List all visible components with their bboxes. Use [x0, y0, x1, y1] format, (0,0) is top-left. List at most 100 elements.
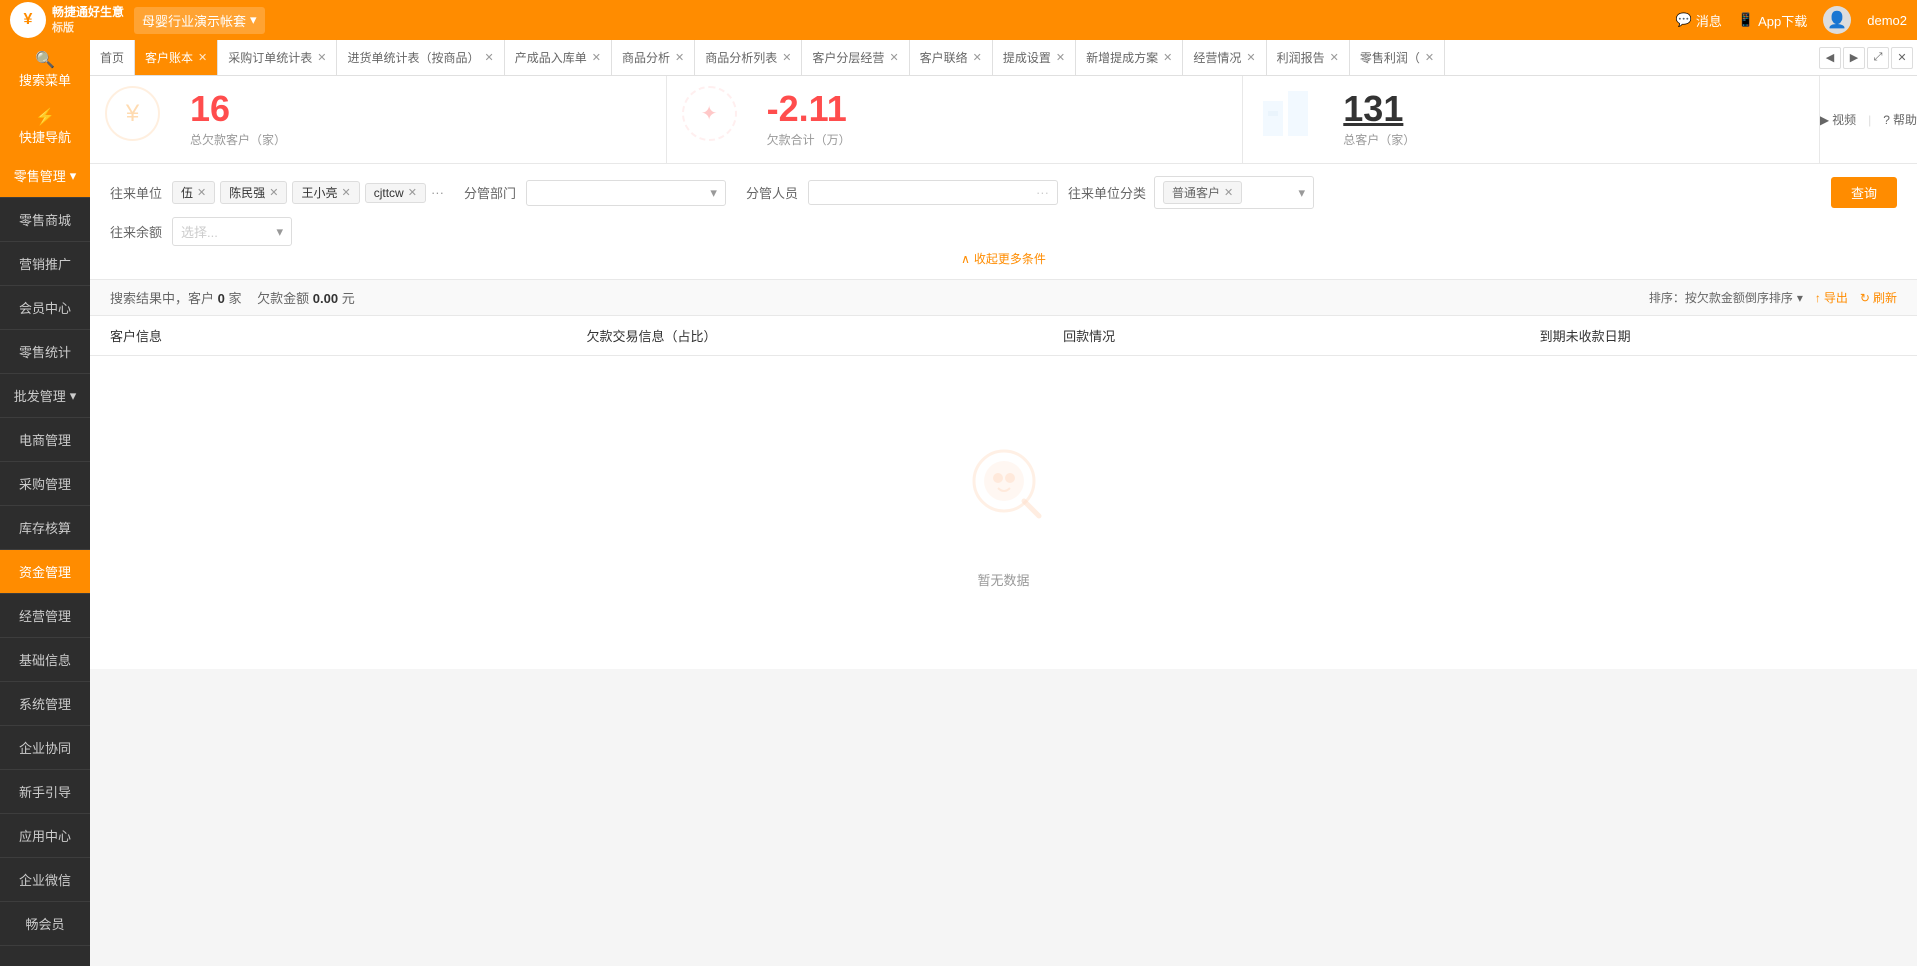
tab-expand-btn[interactable]: ⤢ [1867, 47, 1889, 69]
sidebar-item-system[interactable]: 系统管理 [0, 682, 90, 726]
classify-tag-normal[interactable]: 普通客户 ✕ [1163, 181, 1242, 204]
export-btn[interactable]: ↑ 导出 [1815, 289, 1848, 306]
result-actions: 排序：按欠款金额倒序排序 ▾ ↑ 导出 ↻ 刷新 [1649, 289, 1897, 306]
app-name: 畅捷通好生意 [52, 5, 124, 19]
sidebar-item-retail-mall[interactable]: 零售商城 [0, 198, 90, 242]
filter-bar: 往来单位 伍 ✕ 陈民强 ✕ 王小亮 [90, 164, 1917, 280]
sidebar-item-wechat[interactable]: 企业微信 [0, 858, 90, 902]
classify-filter: 往来单位分类 普通客户 ✕ ▾ [1068, 176, 1314, 209]
remove-tag-wu[interactable]: ✕ [197, 186, 206, 199]
tab-inbound-stats[interactable]: 进货单统计表（按商品） ✕ [337, 40, 504, 76]
tab-close-analysis[interactable]: ✕ [675, 51, 684, 64]
sidebar: 🔍 搜索菜单 ⚡ 快捷导航 零售管理 ▾ 零售商城 营销推广 会员中心 零售统计… [0, 40, 90, 966]
tab-close-profit[interactable]: ✕ [1330, 51, 1339, 64]
data-table: 客户信息 欠款交易信息（占比） 回款情况 到期未收款日期 [90, 316, 1917, 669]
filter-more-btn[interactable]: ··· [431, 185, 444, 200]
tab-next-btn[interactable]: ▶ [1843, 47, 1865, 69]
unit-tag-chen[interactable]: 陈民强 ✕ [220, 181, 287, 204]
col-customer-info: 客户信息 [110, 326, 587, 345]
tab-close-all-btn[interactable]: ✕ [1891, 47, 1913, 69]
sidebar-item-appstore[interactable]: 应用中心 [0, 814, 90, 858]
person-select[interactable]: ··· [808, 180, 1058, 205]
help-link[interactable]: ? 帮助 [1883, 111, 1917, 128]
sidebar-item-marketing[interactable]: 营销推广 [0, 242, 90, 286]
remove-tag-cjttcw[interactable]: ✕ [408, 186, 417, 199]
remove-classify-tag[interactable]: ✕ [1224, 186, 1233, 199]
account-selector[interactable]: 母婴行业演示帐套 ▾ [134, 7, 265, 34]
sidebar-item-enterprise[interactable]: 企业协同 [0, 726, 90, 770]
sidebar-item-purchase[interactable]: 采购管理 [0, 462, 90, 506]
stat-right-actions: ▶ 视频 | ? 帮助 [1820, 76, 1917, 163]
tab-close-commission-add[interactable]: ✕ [1163, 51, 1172, 64]
tab-close-retail-profit[interactable]: ✕ [1425, 51, 1434, 64]
username-label[interactable]: demo2 [1867, 13, 1907, 28]
tab-retail-profit[interactable]: 零售利润（ ✕ [1350, 40, 1445, 76]
empty-icon [954, 436, 1054, 555]
tab-customer-contact[interactable]: 客户联络 ✕ [910, 40, 993, 76]
sidebar-search[interactable]: 🔍 搜索菜单 [0, 40, 90, 99]
tab-close-commission[interactable]: ✕ [1056, 51, 1065, 64]
query-button[interactable]: 查询 [1831, 177, 1897, 208]
sidebar-item-member[interactable]: 会员中心 [0, 286, 90, 330]
sidebar-item-changhui[interactable]: 畅会员 [0, 902, 90, 946]
total-clients-label: 总客户（家） [1343, 131, 1415, 148]
message-btn[interactable]: 💬 消息 [1676, 11, 1722, 30]
tab-product-inbound[interactable]: 产成品入库单 ✕ [505, 40, 612, 76]
table-header: 客户信息 欠款交易信息（占比） 回款情况 到期未收款日期 [90, 316, 1917, 356]
tab-close-analysis-list[interactable]: ✕ [782, 51, 791, 64]
tab-product-analysis-list[interactable]: 商品分析列表 ✕ [695, 40, 802, 76]
stat-debt-total: ✦ -2.11 欠款合计（万） [667, 76, 1244, 163]
sidebar-item-retail[interactable]: 零售管理 ▾ [0, 154, 90, 198]
col-debt-info: 欠款交易信息（占比） [587, 326, 1064, 345]
tab-purchase-stats[interactable]: 采购订单统计表 ✕ [218, 40, 337, 76]
dept-filter-label: 分管部门 [464, 183, 516, 202]
tab-commission-setting[interactable]: 提成设置 ✕ [993, 40, 1076, 76]
sidebar-item-guide[interactable]: 新手引导 [0, 770, 90, 814]
sidebar-quick-nav[interactable]: ⚡ 快捷导航 [0, 99, 90, 154]
tab-commission-add[interactable]: 新增提成方案 ✕ [1076, 40, 1183, 76]
sidebar-item-retail-stats[interactable]: 零售统计 [0, 330, 90, 374]
total-customers-value: 16 [190, 91, 286, 127]
balance-filter-label: 往来余额 [110, 222, 162, 241]
tab-prev-btn[interactable]: ◀ [1819, 47, 1841, 69]
unit-tag-cjttcw[interactable]: cjttcw ✕ [365, 183, 426, 203]
tab-close-product[interactable]: ✕ [592, 51, 601, 64]
video-link[interactable]: ▶ 视频 [1820, 111, 1856, 128]
remove-tag-chen[interactable]: ✕ [269, 186, 278, 199]
sidebar-item-finance[interactable]: 资金管理 [0, 550, 90, 594]
tab-home[interactable]: 首页 [90, 40, 135, 76]
classify-select[interactable]: 普通客户 ✕ ▾ [1154, 176, 1314, 209]
tab-product-analysis[interactable]: 商品分析 ✕ [612, 40, 695, 76]
tab-close-inbound[interactable]: ✕ [485, 51, 494, 64]
tab-close-contact[interactable]: ✕ [973, 51, 982, 64]
refresh-btn[interactable]: ↻ 刷新 [1860, 289, 1897, 306]
person-filter-label: 分管人员 [746, 183, 798, 202]
tab-close-customer-account[interactable]: ✕ [198, 51, 207, 64]
tab-customer-layer[interactable]: 客户分层经营 ✕ [802, 40, 909, 76]
empty-text: 暂无数据 [977, 570, 1029, 589]
sidebar-item-operation[interactable]: 经营管理 [0, 594, 90, 638]
tab-operation-status[interactable]: 经营情况 ✕ [1183, 40, 1266, 76]
collapse-filters-btn[interactable]: ∧ 收起更多条件 [110, 250, 1897, 267]
unit-tag-wu[interactable]: 伍 ✕ [172, 181, 215, 204]
dept-select[interactable]: ▾ [526, 180, 726, 206]
result-bar: 搜索结果中，客户 0 家 欠款金额 0.00 元 排序：按欠款金额倒序排序 ▾ [90, 280, 1917, 316]
tab-customer-account[interactable]: 客户账本 ✕ [135, 40, 218, 76]
sort-selector[interactable]: 排序：按欠款金额倒序排序 ▾ [1649, 289, 1803, 306]
sidebar-item-inventory[interactable]: 库存核算 [0, 506, 90, 550]
tab-close-purchase[interactable]: ✕ [317, 51, 326, 64]
sidebar-item-ecommerce[interactable]: 电商管理 [0, 418, 90, 462]
avatar[interactable]: 👤 [1823, 6, 1851, 34]
total-clients-value: 131 [1343, 91, 1415, 127]
tab-close-layer[interactable]: ✕ [889, 51, 898, 64]
tab-profit-report[interactable]: 利润报告 ✕ [1267, 40, 1350, 76]
app-download-btn[interactable]: 📱 App下载 [1738, 11, 1807, 30]
unit-filter-tags: 伍 ✕ 陈民强 ✕ 王小亮 ✕ [172, 181, 444, 204]
balance-select[interactable]: 选择... ▾ [172, 217, 292, 246]
tab-close-operation[interactable]: ✕ [1246, 51, 1255, 64]
unit-tag-wang[interactable]: 王小亮 ✕ [292, 181, 359, 204]
sidebar-item-wholesale[interactable]: 批发管理 ▾ [0, 374, 90, 418]
app-subname: 标版 [52, 19, 124, 35]
remove-tag-wang[interactable]: ✕ [342, 186, 351, 199]
sidebar-item-basic-info[interactable]: 基础信息 [0, 638, 90, 682]
